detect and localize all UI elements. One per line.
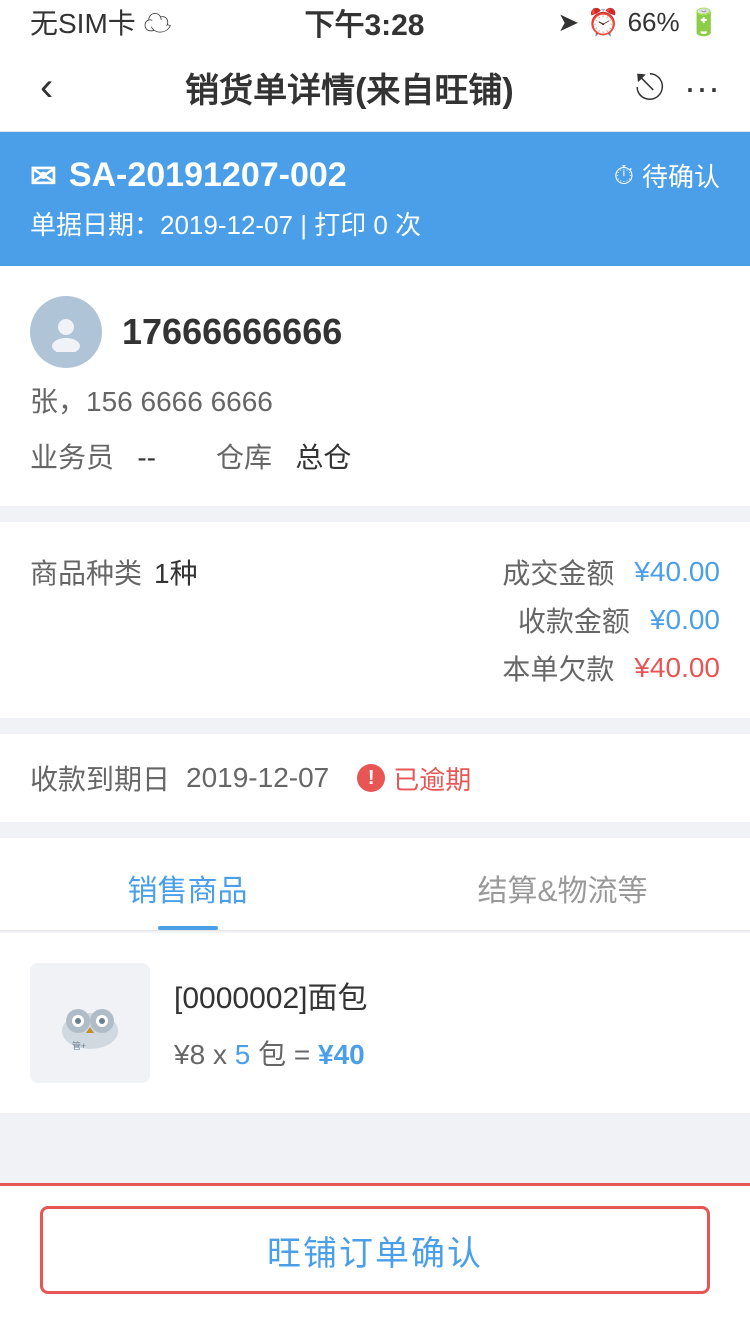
summary-card: 商品种类 1种 成交金额 ¥40.00 收款金额 ¥0.00 本单欠款 ¥40.… bbox=[0, 522, 750, 718]
transaction-amount-row: 成交金额 ¥40.00 bbox=[502, 552, 720, 592]
balance-due-row: 本单欠款 ¥40.00 bbox=[502, 648, 720, 688]
table-row: 管+ [0000002]面包 ¥8 x 5 包 = ¥40 bbox=[0, 933, 750, 1114]
received-amount-label: 收款金额 bbox=[518, 600, 630, 640]
customer-name: 张，156 6666 6666 bbox=[30, 380, 720, 420]
product-multiply: x bbox=[213, 1039, 235, 1070]
product-quantity: 5 bbox=[235, 1039, 251, 1070]
sim-status: 无SIM卡 ☁ bbox=[30, 2, 172, 42]
order-header-top: ✉ SA-20191207-002 ⏱ 待确认 bbox=[30, 156, 720, 195]
summary-right: 成交金额 ¥40.00 收款金额 ¥0.00 本单欠款 ¥40.00 bbox=[502, 552, 720, 688]
order-date: 单据日期：2019-12-07 | 打印 0 次 bbox=[30, 205, 720, 242]
back-button[interactable]: ‹ bbox=[30, 55, 63, 120]
customer-phone: 17666666666 bbox=[122, 311, 342, 353]
balance-due-label: 本单欠款 bbox=[502, 648, 614, 688]
overdue-icon: ! bbox=[357, 764, 385, 792]
location-icon: ➤ bbox=[557, 7, 579, 38]
page-title: 销货单详情(来自旺铺) bbox=[63, 63, 635, 112]
balance-due-value: ¥40.00 bbox=[634, 652, 720, 684]
status-left: 无SIM卡 ☁ bbox=[30, 2, 172, 42]
tab-settlement-label: 结算&物流等 bbox=[477, 875, 647, 908]
svg-text:管+: 管+ bbox=[72, 1040, 86, 1051]
product-list: 管+ [0000002]面包 ¥8 x 5 包 = ¥40 bbox=[0, 933, 750, 1114]
due-date-label: 收款到期日 bbox=[30, 758, 170, 798]
due-date-card: 收款到期日 2019-12-07 ! 已逾期 bbox=[0, 734, 750, 822]
tab-settlement[interactable]: 结算&物流等 bbox=[375, 838, 750, 930]
sales-rep: 业务员 -- bbox=[30, 436, 156, 476]
received-amount-value: ¥0.00 bbox=[650, 604, 720, 636]
tabs: 销售商品 结算&物流等 bbox=[0, 838, 750, 931]
status-right: ➤ ⏰ 66% 🔋 bbox=[557, 7, 720, 38]
due-date-value: 2019-12-07 bbox=[186, 762, 329, 794]
product-price-row: ¥8 x 5 包 = ¥40 bbox=[174, 1033, 720, 1073]
order-id-text: SA-20191207-002 bbox=[69, 156, 347, 195]
overdue-text: 已逾期 bbox=[393, 760, 471, 797]
warehouse-label: 仓库 bbox=[216, 442, 272, 473]
product-type-label: 商品种类 bbox=[30, 552, 142, 592]
nav-actions: ⎋ ··· bbox=[636, 66, 720, 109]
product-type-row: 商品种类 1种 bbox=[30, 552, 502, 592]
warehouse-value: 总仓 bbox=[295, 442, 351, 473]
transaction-amount-value: ¥40.00 bbox=[634, 556, 720, 588]
alarm-icon: ⏰ bbox=[587, 7, 619, 38]
product-type-value: 1种 bbox=[154, 552, 198, 592]
status-clock-icon: ⏱ bbox=[614, 160, 634, 192]
customer-meta: 业务员 -- 仓库 总仓 bbox=[30, 436, 720, 476]
product-thumbnail: 管+ bbox=[30, 963, 150, 1083]
battery-level: 66% bbox=[628, 7, 680, 38]
product-unit: 包 bbox=[258, 1039, 286, 1070]
received-amount-row: 收款金额 ¥0.00 bbox=[518, 600, 720, 640]
product-unit-price: ¥8 bbox=[174, 1039, 205, 1070]
battery-icon: 🔋 bbox=[688, 7, 720, 38]
avatar bbox=[30, 296, 102, 368]
more-icon[interactable]: ··· bbox=[684, 67, 720, 109]
product-equals: = bbox=[294, 1039, 318, 1070]
sales-rep-label: 业务员 bbox=[30, 442, 114, 473]
customer-card: 17666666666 张，156 6666 6666 业务员 -- 仓库 总仓 bbox=[0, 266, 750, 506]
warehouse: 仓库 总仓 bbox=[216, 436, 351, 476]
share-icon[interactable]: ⎋ bbox=[636, 66, 664, 109]
tab-sales-products[interactable]: 销售商品 bbox=[0, 838, 375, 930]
order-id: ✉ SA-20191207-002 bbox=[30, 156, 347, 195]
order-status-text: 待确认 bbox=[642, 157, 720, 194]
customer-row: 17666666666 bbox=[30, 296, 720, 368]
product-info: [0000002]面包 ¥8 x 5 包 = ¥40 bbox=[174, 973, 720, 1073]
sales-rep-value: -- bbox=[137, 442, 156, 473]
tab-sales-products-label: 销售商品 bbox=[128, 875, 248, 908]
status-bar: 无SIM卡 ☁ 下午3:28 ➤ ⏰ 66% 🔋 bbox=[0, 0, 750, 44]
status-time: 下午3:28 bbox=[304, 0, 424, 44]
summary-left: 商品种类 1种 bbox=[30, 552, 502, 592]
order-status: ⏱ 待确认 bbox=[614, 157, 720, 194]
nav-bar: ‹ 销货单详情(来自旺铺) ⎋ ··· bbox=[0, 44, 750, 132]
product-total: ¥40 bbox=[318, 1039, 365, 1070]
product-name: [0000002]面包 bbox=[174, 973, 720, 1017]
confirm-order-button[interactable]: 旺铺订单确认 bbox=[40, 1206, 710, 1294]
transaction-amount-label: 成交金额 bbox=[502, 552, 614, 592]
bottom-bar: 旺铺订单确认 bbox=[0, 1183, 750, 1334]
order-header: ✉ SA-20191207-002 ⏱ 待确认 单据日期：2019-12-07 … bbox=[0, 132, 750, 266]
order-icon: ✉ bbox=[30, 157, 57, 195]
overdue-badge: ! 已逾期 bbox=[357, 760, 471, 797]
